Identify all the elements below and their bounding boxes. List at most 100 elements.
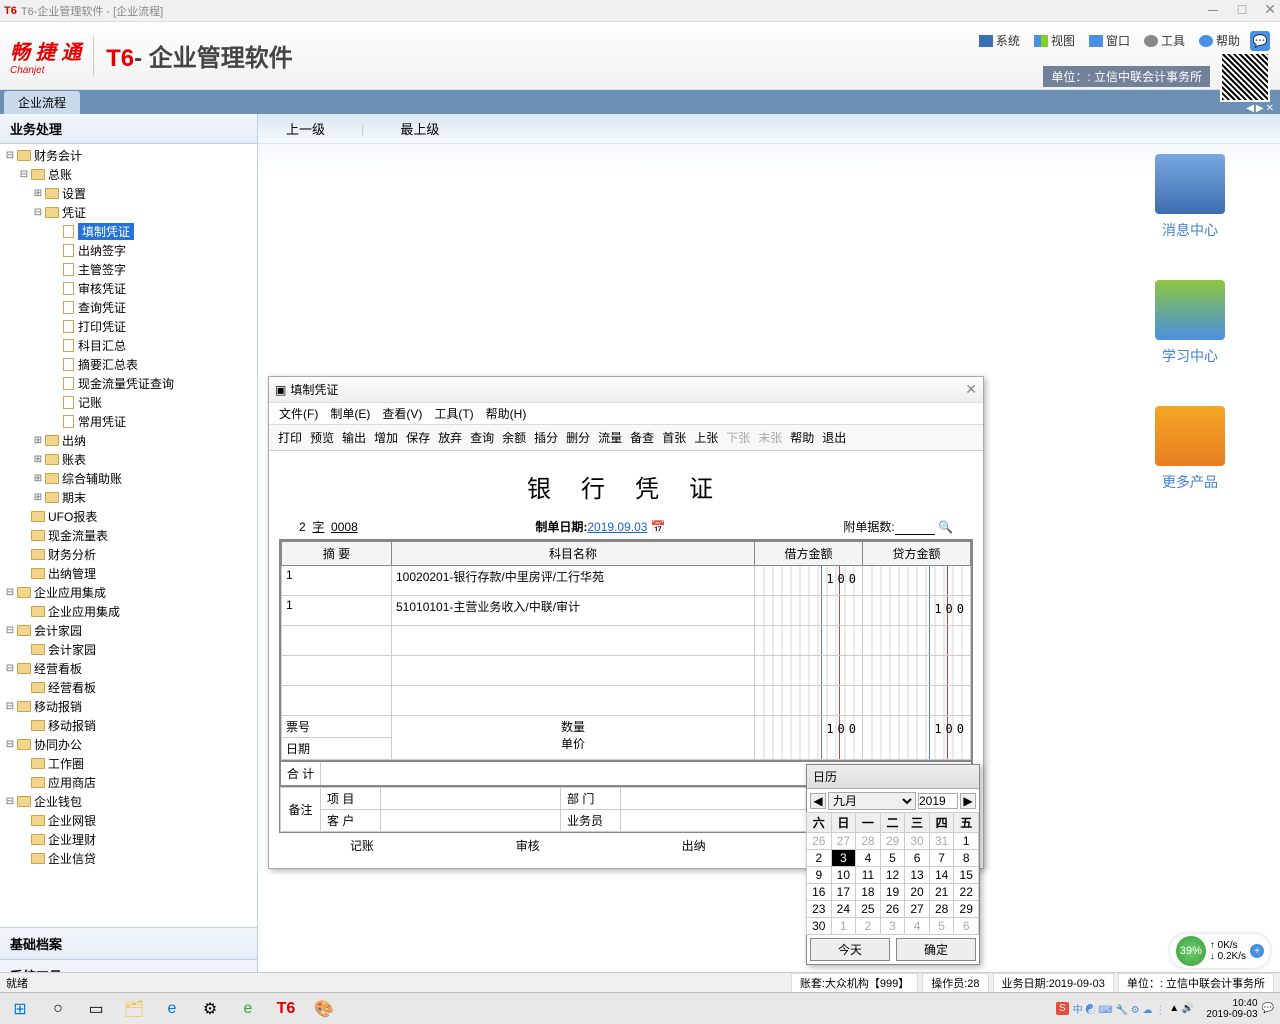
- tree-setup[interactable]: ⊞设置: [0, 184, 257, 203]
- tree-audit-voucher[interactable]: 审核凭证: [0, 279, 257, 298]
- toolbar-放弃[interactable]: 放弃: [435, 427, 465, 448]
- attach-count-input[interactable]: [895, 519, 935, 535]
- tree-app-integration[interactable]: ⊟企业应用集成: [0, 583, 257, 602]
- tree-cashier-sign[interactable]: 出纳签字: [0, 241, 257, 260]
- calendar-ok-button[interactable]: 确定: [896, 938, 976, 961]
- cal-day[interactable]: 23: [806, 900, 832, 918]
- toolbar-打印[interactable]: 打印: [275, 427, 305, 448]
- voucher-date[interactable]: 2019.09.03: [587, 520, 647, 534]
- cal-day[interactable]: 14: [929, 866, 955, 884]
- toolbar-保存[interactable]: 保存: [403, 427, 433, 448]
- start-button[interactable]: ⊞: [6, 997, 34, 1021]
- right-learn-center[interactable]: 学习中心: [1155, 280, 1225, 366]
- right-msg-center[interactable]: 消息中心: [1155, 154, 1225, 240]
- tree-workring[interactable]: 工作圈: [0, 754, 257, 773]
- minimize-button[interactable]: －: [1206, 1, 1220, 21]
- paint-icon[interactable]: 🎨: [310, 997, 338, 1021]
- breadcrumb-top[interactable]: 最上级: [392, 117, 447, 140]
- toolbar-插分[interactable]: 插分: [531, 427, 561, 448]
- search-icon[interactable]: 🔍: [938, 520, 953, 534]
- breadcrumb-up[interactable]: 上一级: [278, 117, 333, 140]
- sidebar-footer-basic[interactable]: 基础档案: [0, 928, 257, 960]
- maximize-button[interactable]: □: [1238, 1, 1246, 21]
- tree-period-end[interactable]: ⊞期末: [0, 488, 257, 507]
- tree-voucher[interactable]: ⊟凭证: [0, 203, 257, 222]
- cal-day[interactable]: 22: [953, 883, 979, 901]
- calendar-grid[interactable]: 六日一二三四五262728293031123456789101112131415…: [807, 813, 979, 935]
- menu-help[interactable]: 帮助: [1195, 30, 1244, 51]
- tree-acc-home[interactable]: ⊟会计家园: [0, 621, 257, 640]
- cal-day[interactable]: 1: [953, 832, 979, 850]
- menu-system[interactable]: 系统: [975, 30, 1024, 51]
- cal-day[interactable]: 4: [855, 849, 881, 867]
- cal-day[interactable]: 10: [831, 866, 857, 884]
- cal-day[interactable]: 17: [831, 883, 857, 901]
- tree-fin-analysis[interactable]: 财务分析: [0, 545, 257, 564]
- close-button[interactable]: ✕: [1264, 1, 1276, 21]
- right-more-products[interactable]: 更多产品: [1155, 406, 1225, 492]
- calendar-today-button[interactable]: 今天: [810, 938, 890, 961]
- menu-window[interactable]: 窗口: [1085, 30, 1134, 51]
- tree-cashier-mgmt[interactable]: 出纳管理: [0, 564, 257, 583]
- toolbar-退出[interactable]: 退出: [819, 427, 849, 448]
- cal-day[interactable]: 30: [904, 832, 930, 850]
- taskbar[interactable]: ⊞ ○ ▭ 🗂 e ⚙ e T6 🎨 S 中 ☯ ⌨ 🔧 ⚙ ☁ ⋮ ▲ 🔊 1…: [0, 992, 1280, 1024]
- tree-cashflow-query[interactable]: 现金流量凭证查询: [0, 374, 257, 393]
- cal-day[interactable]: 28: [855, 832, 881, 850]
- cal-day[interactable]: 27: [904, 900, 930, 918]
- cal-day[interactable]: 8: [953, 849, 979, 867]
- tree-wallet[interactable]: ⊟企业钱包: [0, 792, 257, 811]
- menu-view[interactable]: 视图: [1030, 30, 1079, 51]
- toolbar-流量[interactable]: 流量: [595, 427, 625, 448]
- cal-day[interactable]: 9: [806, 866, 832, 884]
- cal-day[interactable]: 11: [855, 866, 881, 884]
- calendar-title[interactable]: 日历: [807, 765, 979, 789]
- cal-day[interactable]: 12: [880, 866, 906, 884]
- toolbar-增加[interactable]: 增加: [371, 427, 401, 448]
- voucher-close-button[interactable]: ✕: [965, 381, 977, 398]
- toolbar-上张[interactable]: 上张: [691, 427, 721, 448]
- network-widget[interactable]: 39% ↑ 0K/s↓ 0.2K/s +: [1170, 934, 1270, 968]
- cal-day[interactable]: 6: [904, 849, 930, 867]
- toolbar-输出[interactable]: 输出: [339, 427, 369, 448]
- cal-day[interactable]: 1: [831, 917, 857, 935]
- tree-app-integration-sub[interactable]: 企业应用集成: [0, 602, 257, 621]
- tree-common-voucher[interactable]: 常用凭证: [0, 412, 257, 431]
- cal-day[interactable]: 19: [880, 883, 906, 901]
- calendar-month-select[interactable]: 九月: [828, 792, 916, 810]
- tree-book[interactable]: 记账: [0, 393, 257, 412]
- system-tray[interactable]: S 中 ☯ ⌨ 🔧 ⚙ ☁ ⋮ ▲ 🔊 10:402019-09-03 💬: [1056, 998, 1274, 1020]
- voucher-window-titlebar[interactable]: ▣ 填制凭证 ✕: [269, 377, 983, 403]
- tree-cashflow[interactable]: 现金流量表: [0, 526, 257, 545]
- voucher-row[interactable]: 110020201-银行存款/中里房评/工行华苑 100: [282, 566, 971, 596]
- tree-dashboard[interactable]: ⊟经营看板: [0, 659, 257, 678]
- tree-ufo[interactable]: UFO报表: [0, 507, 257, 526]
- tree-credit[interactable]: 企业信贷: [0, 849, 257, 868]
- cal-day[interactable]: 3: [880, 917, 906, 935]
- tab-nav[interactable]: ◀▶✕: [1246, 103, 1280, 114]
- cal-day[interactable]: 24: [831, 900, 857, 918]
- cal-day[interactable]: 5: [929, 917, 955, 935]
- tree-finance[interactable]: 企业理财: [0, 830, 257, 849]
- tree-print-voucher[interactable]: 打印凭证: [0, 317, 257, 336]
- calendar-year-input[interactable]: [918, 793, 958, 809]
- edge-icon[interactable]: e: [158, 997, 186, 1021]
- tree-ebank[interactable]: 企业网银: [0, 811, 257, 830]
- tray-ime-icon[interactable]: S: [1056, 1002, 1069, 1015]
- toolbar-预览[interactable]: 预览: [307, 427, 337, 448]
- tree-query-voucher[interactable]: 查询凭证: [0, 298, 257, 317]
- tree-appstore[interactable]: 应用商店: [0, 773, 257, 792]
- cal-day[interactable]: 2: [855, 917, 881, 935]
- cal-day[interactable]: 26: [806, 832, 832, 850]
- taskbar-clock[interactable]: 10:402019-09-03: [1206, 998, 1257, 1020]
- cal-day[interactable]: 4: [904, 917, 930, 935]
- tab-enterprise-flow[interactable]: 企业流程: [4, 91, 80, 114]
- notification-icon[interactable]: 💬: [1262, 1003, 1274, 1014]
- cal-day[interactable]: 7: [929, 849, 955, 867]
- vmenu-tool[interactable]: 工具(T): [430, 404, 477, 423]
- t6-icon[interactable]: T6: [272, 997, 300, 1021]
- calendar-next[interactable]: ▶: [960, 793, 976, 809]
- toolbar-首张[interactable]: 首张: [659, 427, 689, 448]
- tree-supervisor-sign[interactable]: 主管签字: [0, 260, 257, 279]
- tree-mobile[interactable]: ⊟移动报销: [0, 697, 257, 716]
